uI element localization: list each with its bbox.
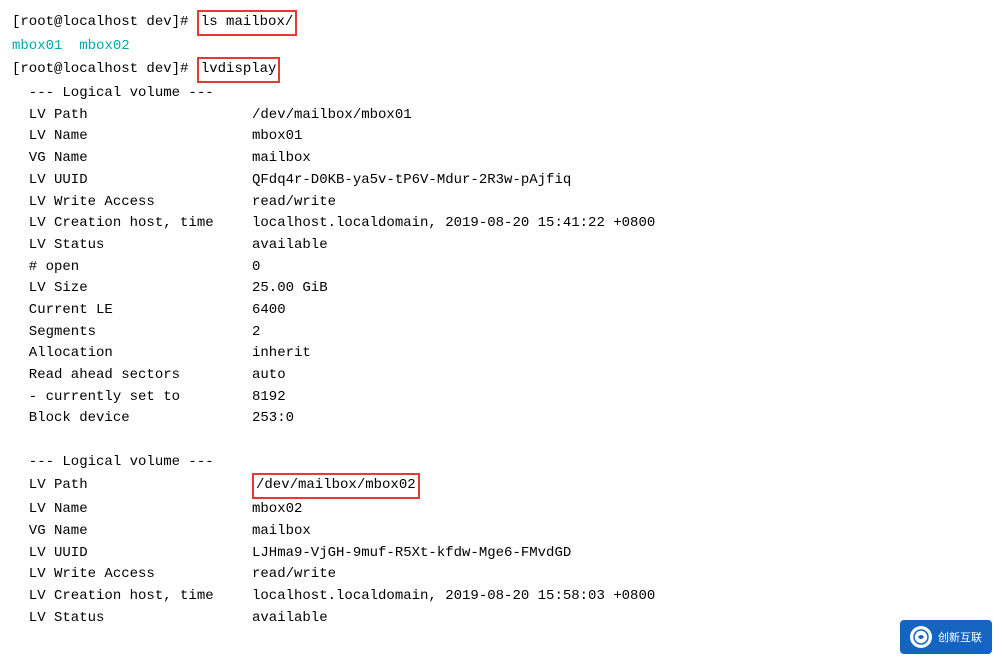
lv1-status: LV Statusavailable <box>12 235 990 257</box>
command-line-2: [root@localhost dev]# lvdisplay <box>12 57 990 83</box>
lv2-path-value: /dev/mailbox/mbox02 <box>252 473 420 499</box>
lv1-uuid: LV UUIDQFdq4r-D0KB-ya5v-tP6V-Mdur-2R3w-p… <box>12 170 990 192</box>
lv1-path: LV Path/dev/mailbox/mbox01 <box>12 105 990 127</box>
lv2-vgname: VG Namemailbox <box>12 521 990 543</box>
lv1-currently-set: - currently set to8192 <box>12 387 990 409</box>
blank-line <box>12 430 990 452</box>
lv1-allocation: Allocationinherit <box>12 343 990 365</box>
lv1-name: LV Namembox01 <box>12 126 990 148</box>
lv2-uuid: LV UUIDLJHma9-VjGH-9muf-R5Xt-kfdw-Mge6-F… <box>12 543 990 565</box>
lv1-size: LV Size25.00 GiB <box>12 278 990 300</box>
mbox01-text: mbox01 <box>12 36 62 58</box>
lv1-read-ahead: Read ahead sectorsauto <box>12 365 990 387</box>
terminal: [root@localhost dev]# ls mailbox/ mbox01… <box>0 0 1002 664</box>
lv1-current-le: Current LE6400 <box>12 300 990 322</box>
lv-section-1-header: --- Logical volume --- <box>12 83 990 105</box>
logo-text: 创新互联 <box>938 629 982 645</box>
lv1-vgname: VG Namemailbox <box>12 148 990 170</box>
logo-icon <box>910 626 932 648</box>
logo-area: 创新互联 <box>900 620 992 654</box>
lv-section-2-header: --- Logical volume --- <box>12 452 990 474</box>
lv2-write-access: LV Write Accessread/write <box>12 564 990 586</box>
output-mbox-list: mbox01 mbox02 <box>12 36 990 58</box>
command-line-1: [root@localhost dev]# ls mailbox/ <box>12 10 990 36</box>
lv2-path: LV Path/dev/mailbox/mbox02 <box>12 473 990 499</box>
lv1-creation: LV Creation host, timelocalhost.localdom… <box>12 213 990 235</box>
command-ls: ls mailbox/ <box>197 10 297 36</box>
lv1-segments: Segments2 <box>12 322 990 344</box>
lv1-open: # open0 <box>12 257 990 279</box>
command-lvdisplay: lvdisplay <box>197 57 281 83</box>
logo-svg <box>913 629 929 645</box>
lv2-creation: LV Creation host, timelocalhost.localdom… <box>12 586 990 608</box>
lv1-write-access: LV Write Accessread/write <box>12 192 990 214</box>
lv1-block-device: Block device253:0 <box>12 408 990 430</box>
lv2-name: LV Namembox02 <box>12 499 990 521</box>
lv2-status: LV Statusavailable <box>12 608 990 630</box>
prompt-2: [root@localhost dev]# <box>12 59 197 81</box>
mbox02-text: mbox02 <box>79 36 129 58</box>
prompt-1: [root@localhost dev]# <box>12 12 197 34</box>
spacer <box>62 36 79 58</box>
